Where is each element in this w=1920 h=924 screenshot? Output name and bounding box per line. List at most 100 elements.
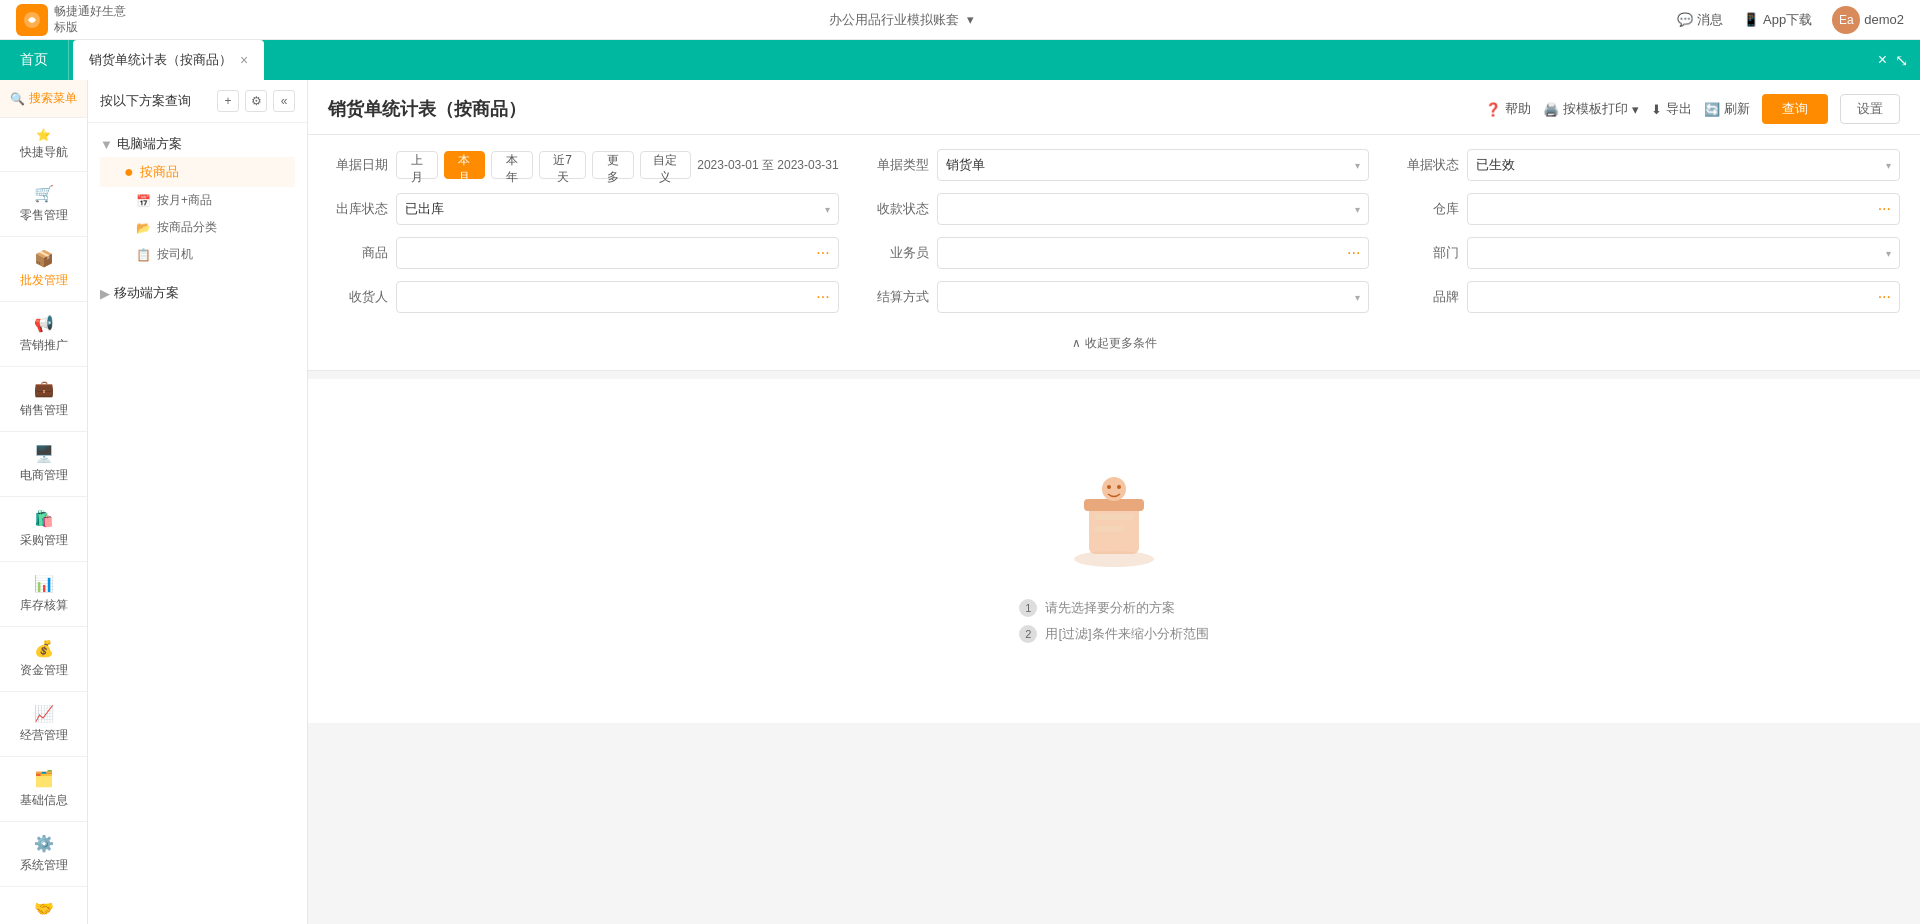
date-group: 上月 本月 本年 近7天 更多 自定义 2023-03-01 至 2023-03… xyxy=(396,151,839,179)
left-panel-title: 按以下方案查询 xyxy=(100,92,191,110)
date-btn-this-year[interactable]: 本年 xyxy=(491,151,533,179)
plan-item-by-goods-cat[interactable]: 📂 按商品分类 xyxy=(100,214,295,241)
sidebar-item-retail[interactable]: 🛒 零售管理 xyxy=(0,172,87,237)
filter-settle: 结算方式 ▾ xyxy=(859,281,1370,313)
bill-status-select[interactable]: 已生效 ▾ xyxy=(1467,149,1900,181)
svg-point-6 xyxy=(1102,477,1126,501)
plan-item-by-goods[interactable]: ● 按商品 xyxy=(100,157,295,187)
add-plan-button[interactable]: + xyxy=(217,90,239,112)
brand-select[interactable]: ··· xyxy=(1467,281,1900,313)
bill-type-select[interactable]: 销货单 ▾ xyxy=(937,149,1370,181)
tip-text-2: 用[过滤]条件来缩小分析范围 xyxy=(1045,625,1208,643)
logo-icon xyxy=(16,4,48,36)
collapse-panel-button[interactable]: « xyxy=(273,90,295,112)
warehouse-label: 仓库 xyxy=(1389,200,1459,218)
account-name[interactable]: 办公用品行业模拟账套 xyxy=(829,11,959,29)
content-area: 按以下方案查询 + ⚙ « ▼ 电脑端方案 ● 按商品 📅 按 xyxy=(88,80,1920,924)
receiver-select[interactable]: ··· xyxy=(396,281,839,313)
topbar: 畅捷通好生意 标版 办公用品行业模拟账套 ▾ 💬 消息 📱 App下载 Ea d… xyxy=(0,0,1920,40)
brand-dots-icon[interactable]: ··· xyxy=(1878,288,1891,306)
date-btn-more[interactable]: 更多 xyxy=(592,151,634,179)
dept-select[interactable]: ▾ xyxy=(1467,237,1900,269)
sales-icon: 💼 xyxy=(34,379,54,398)
salesperson-dots-icon[interactable]: ··· xyxy=(1347,244,1360,262)
page-header: 销货单统计表（按商品） ❓ 帮助 🖨️ 按模板打印 ▾ ⬇ 导出 xyxy=(308,80,1920,135)
plan-item-by-month-goods[interactable]: 📅 按月+商品 xyxy=(100,187,295,214)
sidebar-item-marketing[interactable]: 📢 营销推广 xyxy=(0,302,87,367)
filter-bill-status: 单据状态 已生效 ▾ xyxy=(1389,149,1900,181)
date-btn-custom[interactable]: 自定义 xyxy=(640,151,691,179)
goods-select[interactable]: ··· xyxy=(396,237,839,269)
topbar-center[interactable]: 办公用品行业模拟账套 ▾ xyxy=(829,11,974,29)
tab-close-icon[interactable]: × xyxy=(240,52,248,68)
plan-settings-button[interactable]: ⚙ xyxy=(245,90,267,112)
collect-status-label: 收款状态 xyxy=(859,200,929,218)
export-action[interactable]: ⬇ 导出 xyxy=(1651,100,1692,118)
sidebar-item-sales[interactable]: 💼 销售管理 xyxy=(0,367,87,432)
mobile-group-label: 移动端方案 xyxy=(114,284,179,302)
receiver-dots-icon[interactable]: ··· xyxy=(816,288,829,306)
warehouse-select[interactable]: ··· xyxy=(1467,193,1900,225)
plan-group-arrow-icon: ▼ xyxy=(100,137,113,152)
mobile-group-arrow-icon: ▶ xyxy=(100,286,110,301)
sidebar-item-purchase[interactable]: 🛍️ 采购管理 xyxy=(0,497,87,562)
help-action[interactable]: ❓ 帮助 xyxy=(1485,100,1531,118)
refresh-action[interactable]: 🔄 刷新 xyxy=(1704,100,1750,118)
plan-group-pc: ▼ 电脑端方案 ● 按商品 📅 按月+商品 📂 按商品分类 📋 按司机 xyxy=(88,123,307,276)
basic-icon: 🗂️ xyxy=(34,769,54,788)
bill-type-value: 销货单 xyxy=(946,156,985,174)
page-actions: ❓ 帮助 🖨️ 按模板打印 ▾ ⬇ 导出 🔄 刷新 xyxy=(1485,94,1900,124)
print-action[interactable]: 🖨️ 按模板打印 ▾ xyxy=(1543,100,1639,118)
query-button[interactable]: 查询 xyxy=(1762,94,1828,124)
out-status-select[interactable]: 已出库 ▾ xyxy=(396,193,839,225)
sidebar-item-enterprise[interactable]: 🤝 企业协同 xyxy=(0,887,87,924)
plan-item-by-cashier[interactable]: 📋 按司机 xyxy=(100,241,295,268)
collect-status-select[interactable]: ▾ xyxy=(937,193,1370,225)
purchase-icon: 🛍️ xyxy=(34,509,54,528)
plan-group-pc-header[interactable]: ▼ 电脑端方案 xyxy=(100,131,295,157)
sidebar-item-wholesale[interactable]: 📦 批发管理 xyxy=(0,237,87,302)
filter-row-4: 收货人 ··· 结算方式 ▾ xyxy=(328,281,1900,313)
tab-minimize-button[interactable]: × xyxy=(1878,51,1887,69)
quick-nav-icon: ⭐ xyxy=(36,128,51,142)
retail-icon: 🛒 xyxy=(34,184,54,203)
left-panel-header: 按以下方案查询 + ⚙ « xyxy=(88,80,307,123)
user-nav[interactable]: Ea demo2 xyxy=(1832,6,1904,34)
tab-home[interactable]: 首页 xyxy=(0,40,69,80)
account-arrow[interactable]: ▾ xyxy=(967,12,974,27)
date-btn-this-month[interactable]: 本月 xyxy=(444,151,486,179)
salesperson-select[interactable]: ··· xyxy=(937,237,1370,269)
sidebar-item-basic[interactable]: 🗂️ 基础信息 xyxy=(0,757,87,822)
logo-area: 畅捷通好生意 标版 xyxy=(16,4,126,36)
filter-salesperson: 业务员 ··· xyxy=(859,237,1370,269)
filter-brand: 品牌 ··· xyxy=(1389,281,1900,313)
settle-label: 结算方式 xyxy=(859,288,929,306)
sidebar-search[interactable]: 🔍 搜索菜单 xyxy=(0,80,87,118)
tab-maximize-button[interactable]: ⤡ xyxy=(1895,51,1908,70)
goods-label: 商品 xyxy=(328,244,388,262)
warehouse-dots-icon[interactable]: ··· xyxy=(1878,200,1891,218)
date-btn-7days[interactable]: 近7天 xyxy=(539,151,586,179)
plan-group-mobile-header[interactable]: ▶ 移动端方案 xyxy=(100,280,295,306)
collapse-button[interactable]: ∧ 收起更多条件 xyxy=(1072,335,1157,352)
settings-button[interactable]: 设置 xyxy=(1840,94,1900,124)
sidebar-quick-nav[interactable]: ⭐ 快捷导航 xyxy=(0,118,87,172)
sidebar-item-inventory[interactable]: 📊 库存核算 xyxy=(0,562,87,627)
avatar[interactable]: Ea xyxy=(1832,6,1860,34)
sidebar-item-system[interactable]: ⚙️ 系统管理 xyxy=(0,822,87,887)
app-download-nav[interactable]: 📱 App下载 xyxy=(1743,11,1812,29)
date-btn-last-month[interactable]: 上月 xyxy=(396,151,438,179)
topbar-right: 💬 消息 📱 App下载 Ea demo2 xyxy=(1677,6,1904,34)
sidebar-search-label[interactable]: 🔍 搜索菜单 xyxy=(8,90,79,107)
sidebar-item-ecommerce[interactable]: 🖥️ 电商管理 xyxy=(0,432,87,497)
tab-active[interactable]: 销货单统计表（按商品） × xyxy=(73,40,264,80)
settle-select[interactable]: ▾ xyxy=(937,281,1370,313)
filter-goods: 商品 ··· xyxy=(328,237,839,269)
tip-num-1: 1 xyxy=(1019,599,1037,617)
bill-status-value: 已生效 xyxy=(1476,156,1515,174)
sidebar-item-operations[interactable]: 📈 经营管理 xyxy=(0,692,87,757)
left-panel: 按以下方案查询 + ⚙ « ▼ 电脑端方案 ● 按商品 📅 按 xyxy=(88,80,308,924)
goods-dots-icon[interactable]: ··· xyxy=(816,244,829,262)
message-nav[interactable]: 💬 消息 xyxy=(1677,11,1723,29)
sidebar-item-finance[interactable]: 💰 资金管理 xyxy=(0,627,87,692)
